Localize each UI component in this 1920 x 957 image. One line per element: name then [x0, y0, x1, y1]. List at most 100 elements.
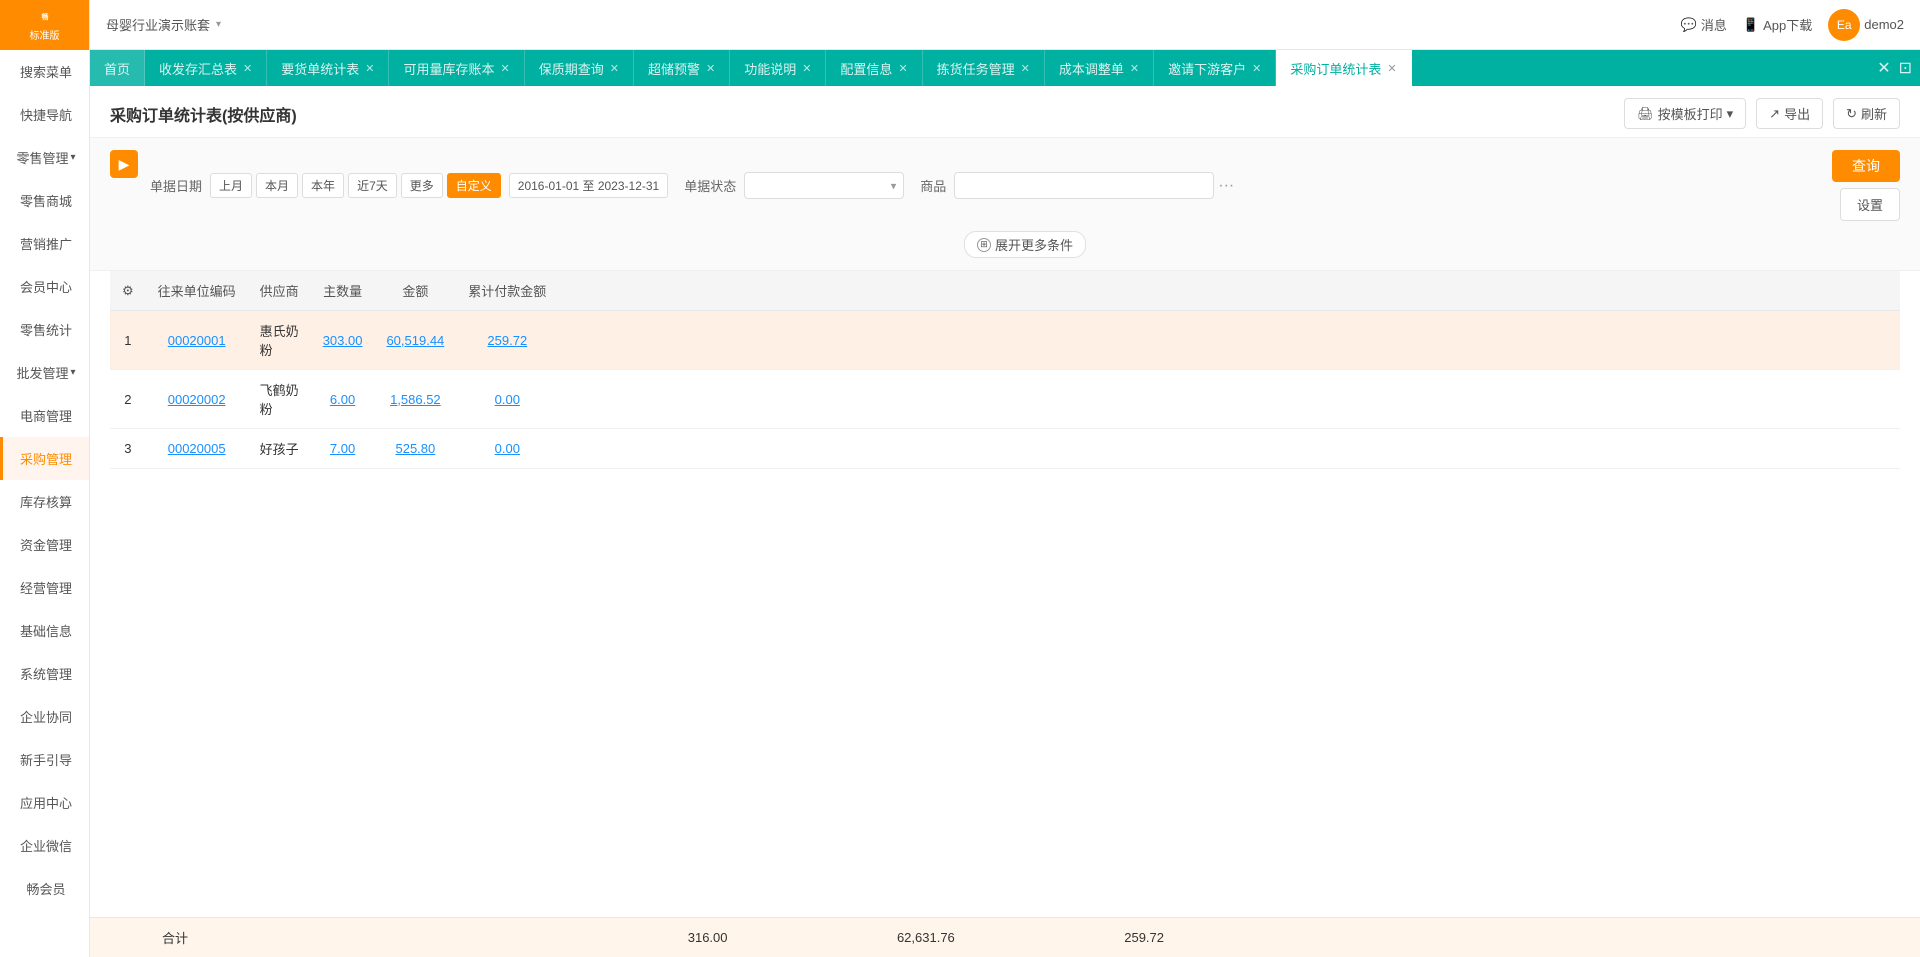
filter-date: 单据日期 上月 本月 本年 近7天 更多 自定义 2016-01-01 至 20…: [150, 173, 668, 198]
query-button[interactable]: 查询: [1832, 150, 1900, 182]
custom-date-btn[interactable]: 自定义: [447, 173, 501, 198]
sidebar-item-经营管理[interactable]: 经营管理: [0, 566, 89, 609]
cell-supplier: 飞鹤奶粉: [248, 370, 311, 429]
cell-code[interactable]: 00020005: [146, 429, 248, 469]
logo-icon: 畅: [27, 8, 63, 25]
refresh-button[interactable]: ↻ 刷新: [1833, 98, 1900, 129]
sidebar-item-库存核算[interactable]: 库存核算: [0, 480, 89, 523]
cell-supplier: 好孩子: [248, 429, 311, 469]
sidebar-item-基础信息[interactable]: 基础信息: [0, 609, 89, 652]
cell-amount[interactable]: 525.80: [374, 429, 456, 469]
user-profile[interactable]: Ea demo2: [1828, 9, 1904, 41]
tab-close-btn[interactable]: ✕: [365, 62, 374, 75]
nav-tab-首页[interactable]: 首页: [90, 50, 145, 86]
filter-goods-label: 商品: [920, 176, 946, 195]
cell-paid[interactable]: 259.72: [456, 311, 558, 370]
workspace-selector[interactable]: 母婴行业演示账套 ▾: [106, 15, 221, 34]
close-tab-btn[interactable]: ✕: [1877, 58, 1890, 78]
filter-toggle-btn[interactable]: ▶: [110, 150, 138, 178]
nav-tab-邀请下游客户[interactable]: 邀请下游客户 ✕: [1154, 50, 1276, 86]
maximize-tab-btn[interactable]: ⊡: [1899, 58, 1912, 78]
nav-tab-拣货任务管理[interactable]: 拣货任务管理 ✕: [923, 50, 1045, 86]
nav-tab-保质期查询[interactable]: 保质期查询 ✕: [525, 50, 634, 86]
sidebar-item-营销推广[interactable]: 营销推广: [0, 222, 89, 265]
nav-tab-功能说明[interactable]: 功能说明 ✕: [730, 50, 826, 86]
filter-date-range[interactable]: 2016-01-01 至 2023-12-31: [509, 173, 668, 198]
sidebar-item-新手引导[interactable]: 新手引导: [0, 738, 89, 781]
top-actions: 💬 消息 📱 App下载 Ea demo2: [1681, 9, 1904, 41]
app-download-btn[interactable]: 📱 App下载: [1743, 15, 1812, 34]
nav-tab-成本调整单[interactable]: 成本调整单 ✕: [1045, 50, 1154, 86]
sidebar-item-应用中心[interactable]: 应用中心: [0, 781, 89, 824]
last-7days-btn[interactable]: 近7天: [348, 173, 397, 198]
tab-close-btn[interactable]: ✕: [610, 62, 619, 75]
table-row[interactable]: 2 00020002 飞鹤奶粉 6.00 1,586.52 0.00: [110, 370, 1900, 429]
sidebar-item-批发管理[interactable]: 批发管理▾: [0, 351, 89, 394]
tab-close-btn[interactable]: ✕: [802, 62, 811, 75]
filter-more-dots[interactable]: ···: [1218, 177, 1234, 195]
nav-tab-采购订单统计表[interactable]: 采购订单统计表 ✕: [1276, 50, 1411, 86]
last-month-btn[interactable]: 上月: [210, 173, 252, 198]
tab-close-btn[interactable]: ✕: [501, 62, 510, 75]
sidebar-item-快捷导航[interactable]: 快捷导航: [0, 93, 89, 136]
footer-qty: 316.00: [599, 930, 817, 945]
sidebar-item-label: 批发管理: [16, 363, 68, 382]
sidebar-item-零售统计[interactable]: 零售统计: [0, 308, 89, 351]
cell-paid[interactable]: 0.00: [456, 429, 558, 469]
message-btn[interactable]: 💬 消息: [1681, 15, 1727, 34]
cell-amount[interactable]: 1,586.52: [374, 370, 456, 429]
sidebar-item-采购管理[interactable]: 采购管理: [0, 437, 89, 480]
sidebar-item-系统管理[interactable]: 系统管理: [0, 652, 89, 695]
tab-close-btn[interactable]: ✕: [243, 62, 252, 75]
nav-tab-超储预警[interactable]: 超储预警 ✕: [634, 50, 730, 86]
this-month-btn[interactable]: 本月: [256, 173, 298, 198]
cell-qty[interactable]: 6.00: [311, 370, 375, 429]
tab-close-btn[interactable]: ✕: [898, 62, 907, 75]
this-year-btn[interactable]: 本年: [302, 173, 344, 198]
cell-paid[interactable]: 0.00: [456, 370, 558, 429]
col-paid: 累计付款金额: [456, 271, 558, 311]
tab-close-btn[interactable]: ✕: [1252, 62, 1261, 75]
nav-tab-可用量库存账本[interactable]: 可用量库存账本 ✕: [389, 50, 524, 86]
table-row[interactable]: 1 00020001 惠氏奶粉 303.00 60,519.44 259.72: [110, 311, 1900, 370]
footer-paid: 259.72: [1035, 930, 1253, 945]
settings-button[interactable]: 设置: [1840, 188, 1900, 221]
nav-tab-收发存汇总表[interactable]: 收发存汇总表 ✕: [145, 50, 267, 86]
table-row[interactable]: 3 00020005 好孩子 7.00 525.80 0.00: [110, 429, 1900, 469]
workspace-arrow: ▾: [216, 19, 221, 30]
tab-label: 功能说明: [744, 59, 796, 78]
sidebar-item-企业协同[interactable]: 企业协同: [0, 695, 89, 738]
tab-close-btn[interactable]: ✕: [1130, 62, 1139, 75]
filter-goods-input[interactable]: [954, 172, 1214, 199]
sidebar-item-零售管理[interactable]: 零售管理▾: [0, 136, 89, 179]
nav-tab-actions: ✕ ⊡: [1869, 58, 1920, 78]
nav-tab-配置信息[interactable]: 配置信息 ✕: [826, 50, 922, 86]
export-button[interactable]: ↗ 导出: [1756, 98, 1823, 129]
print-button[interactable]: 🖨 按模板打印 ▾: [1624, 98, 1746, 129]
filter-status-select[interactable]: [744, 172, 904, 199]
sidebar-item-资金管理[interactable]: 资金管理: [0, 523, 89, 566]
expand-more-btn[interactable]: ⊞ 展开更多条件: [964, 231, 1086, 258]
col-settings[interactable]: ⚙: [110, 271, 146, 311]
table-footer: 合计 316.00 62,631.76 259.72: [90, 917, 1920, 957]
table-area: ⚙ 往来单位编码 供应商 主数量 金额 累计付款金额 1 00020001 惠氏…: [90, 271, 1920, 917]
cell-qty[interactable]: 303.00: [311, 311, 375, 370]
tab-close-btn[interactable]: ✕: [706, 62, 715, 75]
cell-code[interactable]: 00020001: [146, 311, 248, 370]
more-date-btn[interactable]: 更多: [401, 173, 443, 198]
logo-text: 标准版: [30, 27, 60, 42]
sidebar-item-搜索菜单[interactable]: 搜索菜单: [0, 50, 89, 93]
sidebar-item-畅会员[interactable]: 畅会员: [0, 867, 89, 910]
sidebar-item-企业微信[interactable]: 企业微信: [0, 824, 89, 867]
sidebar-item-会员中心[interactable]: 会员中心: [0, 265, 89, 308]
user-name: demo2: [1864, 17, 1904, 32]
sidebar-item-零售商城[interactable]: 零售商城: [0, 179, 89, 222]
tab-close-btn[interactable]: ✕: [1021, 62, 1030, 75]
cell-code[interactable]: 00020002: [146, 370, 248, 429]
nav-tab-要货单统计表[interactable]: 要货单统计表 ✕: [267, 50, 389, 86]
tab-close-btn[interactable]: ✕: [1387, 62, 1396, 75]
cell-amount[interactable]: 60,519.44: [374, 311, 456, 370]
cell-qty[interactable]: 7.00: [311, 429, 375, 469]
message-label: 消息: [1701, 15, 1727, 34]
sidebar-item-电商管理[interactable]: 电商管理: [0, 394, 89, 437]
